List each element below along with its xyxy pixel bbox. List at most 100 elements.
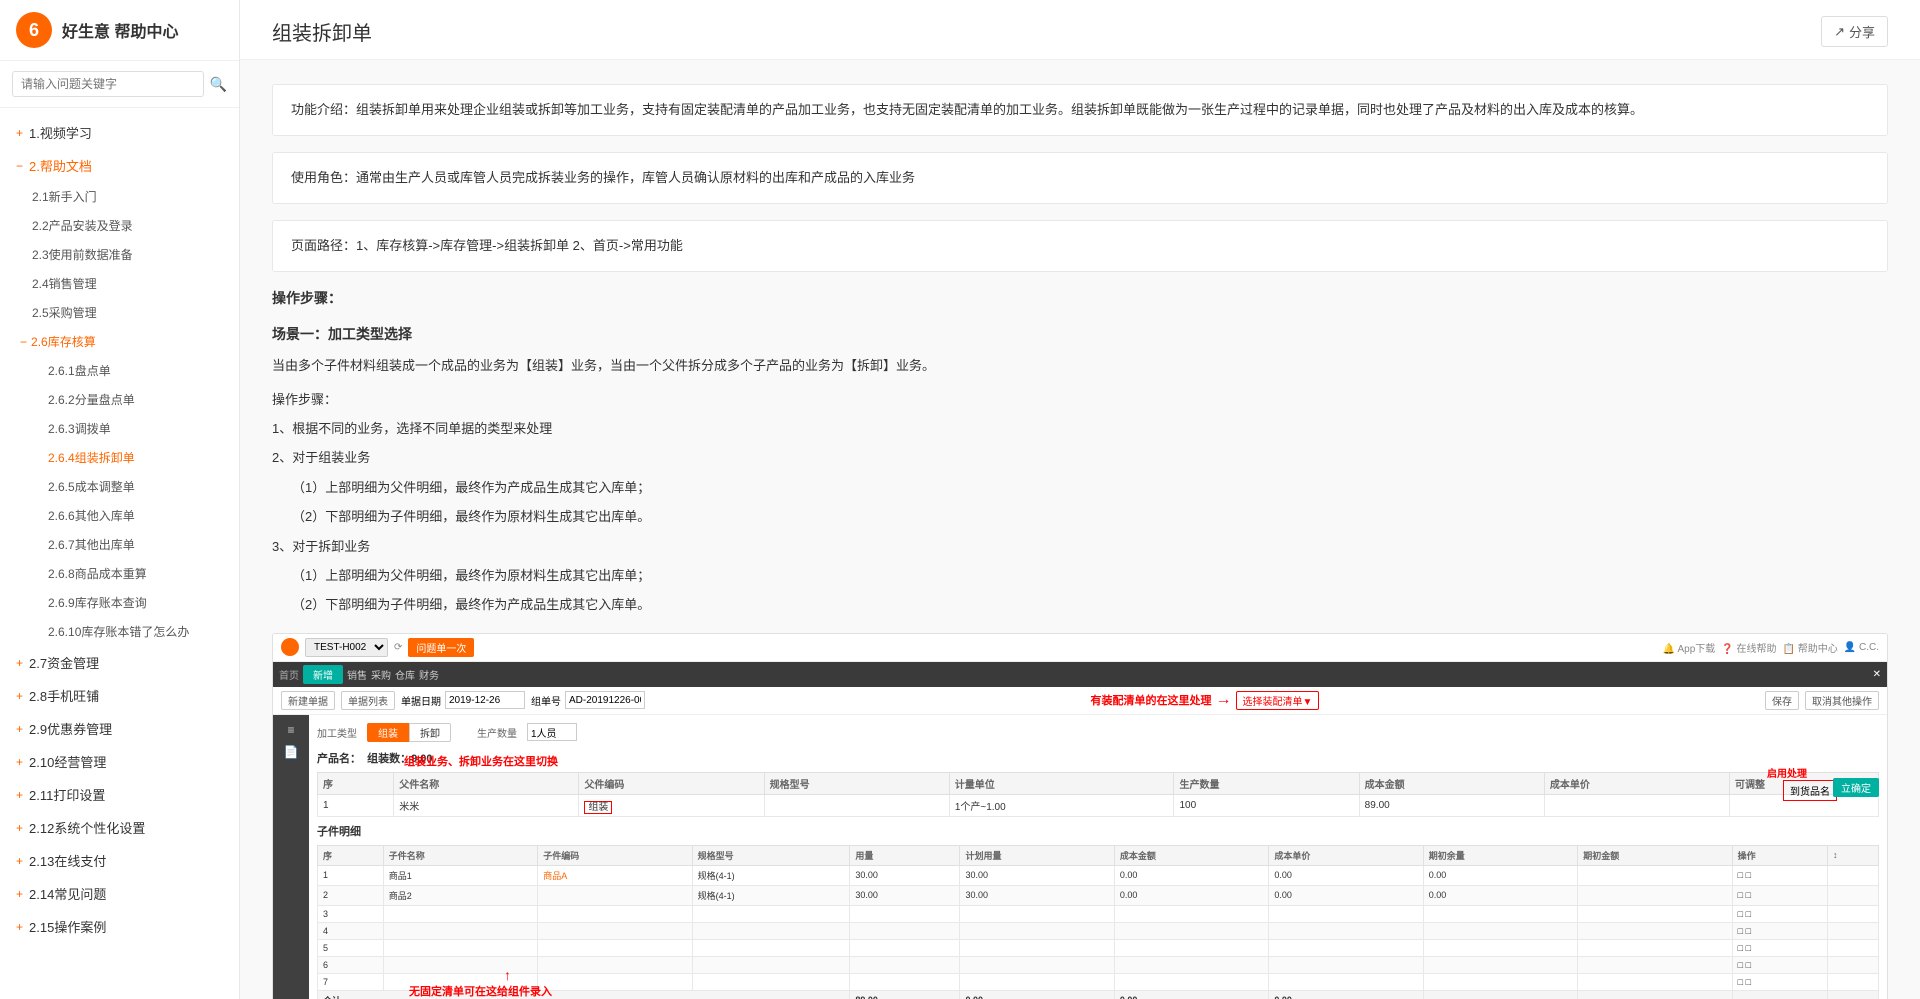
sidebar-item-new[interactable]: 2.1新手入门 <box>0 182 239 211</box>
mock-topbar-btn[interactable]: 问题单一次 <box>408 638 474 657</box>
sidebar-item-install[interactable]: 2.2产品安装及登录 <box>0 211 239 240</box>
search-button[interactable]: 🔍 <box>204 76 227 93</box>
mock-bill-input[interactable] <box>565 691 645 709</box>
sidebar-item-goodscost[interactable]: 2.6.8商品成本重算 <box>0 559 239 588</box>
mock-cell: 4 <box>318 922 384 939</box>
mock-date-input[interactable] <box>445 691 525 709</box>
mock-cell <box>850 922 960 939</box>
mock-btn-save[interactable]: 新建单据 <box>281 691 335 710</box>
mock-cell: 0.00 <box>1269 885 1423 905</box>
mock-cell <box>692 973 850 990</box>
mock-cell <box>960 956 1114 973</box>
ann-assembly-list: 有装配清单的在这里处理 <box>1091 692 1212 708</box>
sidebar-item-print[interactable]: + 2.11打印设置 <box>0 778 239 811</box>
mock-cell: 7 <box>318 973 384 990</box>
share-button[interactable]: ↗ 分享 <box>1821 16 1888 47</box>
mock-logo <box>281 638 299 656</box>
share-label: 分享 <box>1849 22 1875 41</box>
table-row: 3 <box>318 905 1879 922</box>
mock-cell: 89.00 <box>1359 794 1544 816</box>
sidebar-item-otherin[interactable]: 2.6.6其他入库单 <box>0 501 239 530</box>
sidebar-item-faq[interactable]: + 2.14常见问题 <box>0 877 239 910</box>
mock-col-expand: ↕ <box>1827 845 1878 865</box>
sidebar: 6 好生意 帮助中心 🔍 + 1.视频学习 − 2.帮助文档 2.1新手入门 2… <box>0 0 240 999</box>
sidebar-item-system[interactable]: + 2.12系统个性化设置 <box>0 811 239 844</box>
sidebar-item-costadj[interactable]: 2.6.5成本调整单 <box>0 472 239 501</box>
sidebar-item-mobile[interactable]: + 2.8手机旺铺 <box>0 679 239 712</box>
mock-total-cost: 89.00 <box>850 990 960 999</box>
mock-cell: □ □ <box>1732 973 1827 990</box>
sidebar-item-data[interactable]: 2.3使用前数据准备 <box>0 240 239 269</box>
expand-icon-docs: − <box>16 159 23 173</box>
sidebar-item-stockcheck[interactable]: 2.6.1盘点单 <box>0 356 239 385</box>
sidebar-item-stockcheck2[interactable]: 2.6.9库存账本查询 <box>0 588 239 617</box>
mock-tab-assembly[interactable]: 组装 <box>367 723 409 742</box>
mock-cell <box>850 973 960 990</box>
mock-cell: 1个产~1.00 <box>949 794 1174 816</box>
sidebar-item-docs[interactable]: − 2.帮助文档 <box>0 149 239 182</box>
mock-cell <box>383 956 537 973</box>
sidebar-item-cases[interactable]: + 2.15操作案例 <box>0 910 239 943</box>
mock-btn-save2[interactable]: 保存 <box>1765 691 1799 710</box>
mock-nav-active: 新增 <box>303 665 343 684</box>
mock-cell: □ □ <box>1732 922 1827 939</box>
sidebar-item-purchase[interactable]: 2.5采购管理 <box>0 298 239 327</box>
mock-date-label: 单据日期 <box>401 693 441 708</box>
sidebar-item-inventory[interactable]: − 2.6库存核算 <box>0 327 239 356</box>
mock-total-blank3: 0.00 <box>1269 990 1423 999</box>
mock-lower-table-label: 子件明细 <box>317 823 1879 839</box>
mock-cell: 30.00 <box>850 865 960 885</box>
mock-cell <box>1114 905 1268 922</box>
mock-btn-choose-list[interactable]: 选择装配清单▼ <box>1236 691 1320 710</box>
mock-cell <box>1827 865 1878 885</box>
sidebar-item-sales[interactable]: 2.4销售管理 <box>0 269 239 298</box>
mock-navbar: 首页 新增 销售 采购 仓库 财务 ✕ <box>273 662 1887 687</box>
mock-company-select[interactable]: TEST-H002 <box>305 638 388 657</box>
step3: 3、对于拆卸业务 <box>272 535 1888 558</box>
ann-arrow-up: ↑ <box>504 967 511 983</box>
search-input[interactable] <box>12 71 204 97</box>
sidebar-item-adjust[interactable]: 2.6.3调拨单 <box>0 414 239 443</box>
sidebar-item-assembly[interactable]: 2.6.4组装拆卸单 <box>0 443 239 472</box>
mock-total-blank4 <box>1423 990 1577 999</box>
mock-upper-table: 序 父件名称 父件编码 规格型号 计量单位 生产数量 成本金额 成本单价 可调整 <box>317 772 1879 817</box>
sidebar-item-biz[interactable]: + 2.10经营管理 <box>0 745 239 778</box>
mock-cell <box>1269 973 1423 990</box>
main-panel: 组装拆卸单 ↗ 分享 功能介绍：组装拆卸单用来处理企业组装或拆卸等加工业务，支持… <box>240 0 1920 999</box>
mock-cell: 商品1 <box>383 865 537 885</box>
page-title: 组装拆卸单 <box>272 17 372 46</box>
sidebar-item-video[interactable]: + 1.视频学习 <box>0 116 239 149</box>
sidebar-item-funds[interactable]: + 2.7资金管理 <box>0 646 239 679</box>
mock-cell <box>1578 885 1732 905</box>
mock-col-cost2: 成本金额 <box>1114 845 1268 865</box>
mock-cell: 0.00 <box>1423 885 1577 905</box>
mock-nav-item3: 采购 <box>371 667 391 682</box>
table-row: 1 米米 组装 1个产~1.00 100 89.00 <box>318 794 1879 816</box>
sidebar-item-label-docs: 2.帮助文档 <box>29 156 92 175</box>
mock-total-blank7 <box>1827 990 1878 999</box>
mock-cell <box>1827 905 1878 922</box>
sidebar-item-splitstock[interactable]: 2.6.2分量盘点单 <box>0 385 239 414</box>
sidebar-item-stockerr[interactable]: 2.6.10库存账本错了怎么办 <box>0 617 239 646</box>
sidebar-item-otherout[interactable]: 2.6.7其他出库单 <box>0 530 239 559</box>
sidebar-item-payment[interactable]: + 2.13在线支付 <box>0 844 239 877</box>
mock-cell: 2 <box>318 885 384 905</box>
sidebar-item-coupon[interactable]: + 2.9优惠券管理 <box>0 712 239 745</box>
mock-cell <box>1114 922 1268 939</box>
mock-qty-input[interactable] <box>527 723 577 741</box>
screenshot-wrapper: TEST-H002 ⟳ 问题单一次 🔔 App下载 ❓ 在线帮助 📋 帮助中心 … <box>273 634 1887 999</box>
mock-cell: □ □ <box>1732 865 1827 885</box>
mock-tab-disassembly[interactable]: 拆卸 <box>409 723 451 742</box>
mock-cell: 1 <box>318 865 384 885</box>
mock-cell <box>538 922 692 939</box>
mock-cell <box>538 973 692 990</box>
mock-cell: 0.00 <box>1423 865 1577 885</box>
mock-cell <box>1423 939 1577 956</box>
mock-confirm-btn[interactable]: 立确定 <box>1833 778 1879 797</box>
mock-bill-group: 组单号 <box>531 691 645 709</box>
mock-total-blank2: 0.00 <box>1114 990 1268 999</box>
mock-col-init: 期初余量 <box>1423 845 1577 865</box>
mock-btn-cancel[interactable]: 取消其他操作 <box>1805 691 1879 710</box>
mock-cell <box>764 794 949 816</box>
mock-btn-list[interactable]: 单据列表 <box>341 691 395 710</box>
